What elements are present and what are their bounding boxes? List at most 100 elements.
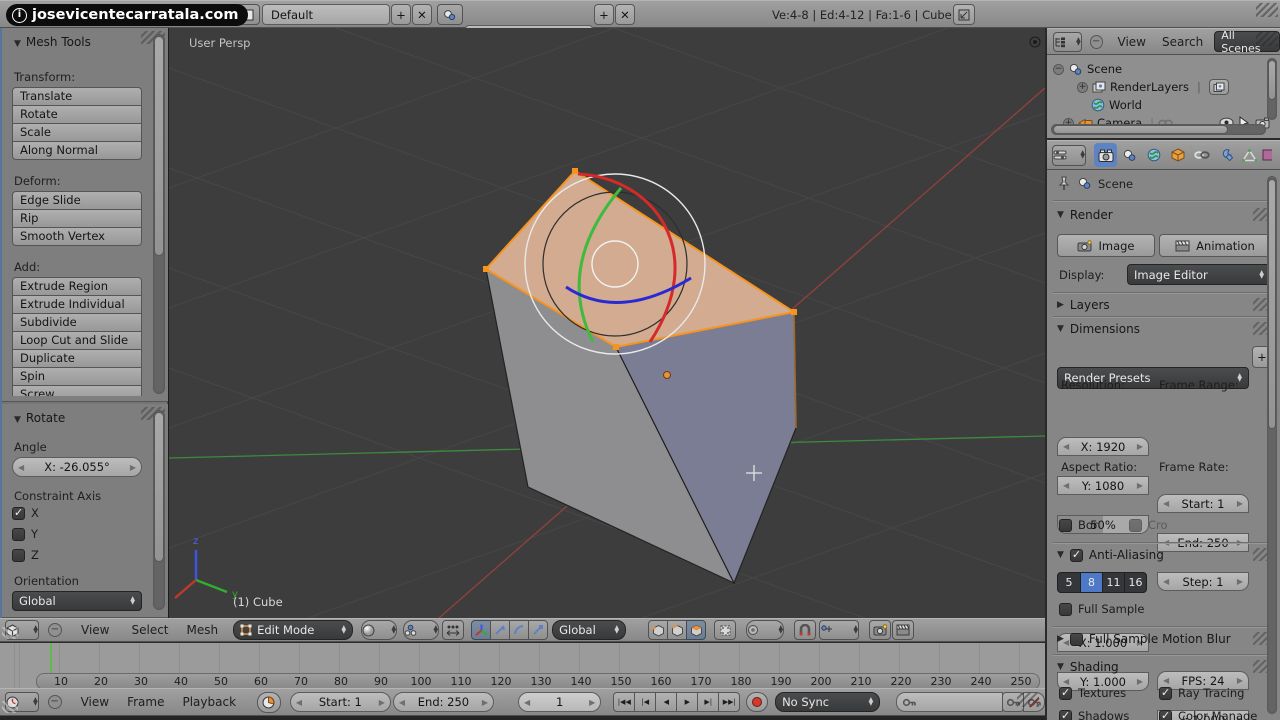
collapse-toggle-icon[interactable]: − <box>1053 63 1064 75</box>
shading-panel-header[interactable]: ▼ Shading <box>1057 660 1119 674</box>
manipulate-center-points-toggle[interactable] <box>442 620 465 640</box>
scene-icon-button[interactable] <box>437 4 463 25</box>
mode-dropdown[interactable]: Edit Mode ▲ ▼ <box>233 620 354 640</box>
tool-button-spin[interactable]: Spin <box>12 367 142 386</box>
properties-vscrollbar-handle[interactable] <box>1268 179 1276 429</box>
checkbox[interactable] <box>1159 709 1172 720</box>
properties-vscrollbar[interactable] <box>1267 176 1277 714</box>
face-center-dot[interactable] <box>663 371 671 379</box>
axis-checkbox[interactable] <box>12 548 25 562</box>
edge-select-mode[interactable] <box>667 620 688 640</box>
tab-scene[interactable] <box>1118 143 1141 167</box>
collapse-menus-button[interactable]: − <box>48 623 62 637</box>
display-dropdown[interactable]: Image Editor ▲ ▼ <box>1127 264 1271 285</box>
manipulator-widget-toggle[interactable] <box>471 620 492 640</box>
fsmb-checkbox[interactable] <box>1069 632 1083 646</box>
increment-arrow-icon[interactable]: ▶ <box>482 693 488 711</box>
viewport-3d[interactable]: z y User Persp (1) Cube <box>169 28 1045 618</box>
rotate-panel-scrollbar[interactable] <box>153 410 165 610</box>
menu-playback[interactable]: Playback <box>175 690 243 714</box>
tab-render[interactable] <box>1094 143 1117 167</box>
full-sample-checkbox[interactable] <box>1059 602 1072 616</box>
collapse-menus-button[interactable]: − <box>1089 34 1103 49</box>
increment-arrow-icon[interactable]: ▶ <box>130 458 136 476</box>
keying-set-field[interactable] <box>896 692 1004 712</box>
outliner-hscrollbar-handle[interactable] <box>1053 125 1228 134</box>
tool-button-screw[interactable]: Screw <box>12 385 142 396</box>
prev-frame-button[interactable]: ◀ <box>655 692 678 712</box>
prev-keyframe-button[interactable]: |◀ <box>634 692 657 712</box>
header-corner-grip[interactable] <box>2 701 18 713</box>
render-image-button[interactable]: Image <box>1057 234 1155 257</box>
sync-mode-dropdown[interactable]: No Sync ▲ ▼ <box>775 692 881 712</box>
viewport-shading-dropdown[interactable]: ▲ ▼ <box>361 620 398 640</box>
tool-button-duplicate[interactable]: Duplicate <box>12 349 142 368</box>
jump-to-start-button[interactable]: |◀◀ <box>613 692 636 712</box>
full-sample-checkbox-row[interactable]: Full Sample <box>1059 602 1144 616</box>
constraint-axis-y[interactable]: Y <box>12 527 142 541</box>
aa-samples-16[interactable]: 16 <box>1124 573 1146 592</box>
pivot-point-dropdown[interactable]: ▲ ▼ <box>403 620 440 640</box>
play-button[interactable]: ▶ <box>676 692 699 712</box>
collapse-menus-button[interactable]: − <box>47 695 62 709</box>
limit-selection-visible-toggle[interactable] <box>714 620 737 640</box>
mesh-tools-panel-header[interactable]: ▼ Mesh Tools <box>2 28 168 54</box>
orientation-dropdown[interactable]: Global ▲ ▼ <box>12 591 142 611</box>
constraint-axis-x[interactable]: X <box>12 506 142 520</box>
opengl-render-animation-button[interactable] <box>892 620 915 640</box>
breadcrumb-scene[interactable]: Scene <box>1098 177 1133 191</box>
tool-button-edge-slide[interactable]: Edge Slide <box>12 191 142 210</box>
tool-shelf-scrollbar-handle[interactable] <box>154 36 164 256</box>
shading-check-textures[interactable]: Textures <box>1059 686 1159 700</box>
menu-frame[interactable]: Frame <box>120 690 171 714</box>
opengl-render-image-button[interactable] <box>869 620 892 640</box>
crop-checkbox[interactable] <box>1129 518 1142 532</box>
decrement-arrow-icon[interactable]: ◀ <box>296 693 302 711</box>
close-scene-button[interactable]: ✕ <box>615 4 635 25</box>
shading-check-color-manage[interactable]: Color Manage <box>1159 709 1269 720</box>
close-layout-button[interactable]: ✕ <box>412 4 432 25</box>
tool-button-scale[interactable]: Scale <box>12 123 142 142</box>
tool-button-extrude-individual[interactable]: Extrude Individual <box>12 295 142 314</box>
tool-button-translate[interactable]: Translate <box>12 87 142 106</box>
shading-check-ray-tracing[interactable]: Ray Tracing <box>1159 686 1269 700</box>
checkbox[interactable] <box>1159 686 1172 700</box>
outliner-row-world[interactable]: World <box>1091 96 1142 114</box>
rotate-manipulator-toggle[interactable] <box>509 620 530 640</box>
next-frame-button[interactable]: ▶| <box>697 692 720 712</box>
outliner-item-label[interactable]: World <box>1109 98 1142 112</box>
tab-constraints[interactable] <box>1190 143 1213 167</box>
outliner-item-label[interactable]: Scene <box>1087 62 1122 76</box>
crop-checkbox-row[interactable]: Cro <box>1129 518 1168 532</box>
window-resize-grip[interactable] <box>1256 3 1278 17</box>
current-frame-field[interactable]: ◀ 1 ▶ <box>518 692 602 712</box>
frame-start-field-props[interactable]: ◀ Start: 1 ▶ <box>1157 494 1249 513</box>
translate-manipulator-toggle[interactable] <box>490 620 511 640</box>
resolution-y-field[interactable]: ◀ Y: 1080 ▶ <box>1057 476 1149 495</box>
frame-step-field[interactable]: ◀ Step: 1 ▶ <box>1157 572 1249 591</box>
outliner-vscrollbar[interactable] <box>1267 58 1277 120</box>
increment-arrow-icon[interactable]: ▶ <box>379 693 385 711</box>
proportional-edit-dropdown[interactable]: ▲ ▼ <box>746 620 785 640</box>
tool-button-extrude-region[interactable]: Extrude Region <box>12 277 142 296</box>
angle-field[interactable]: ◀ X: -26.055° ▶ <box>12 457 142 477</box>
shading-check-shadows[interactable]: Shadows <box>1059 709 1159 720</box>
tab-modifiers[interactable] <box>1214 143 1237 167</box>
border-checkbox[interactable] <box>1059 518 1072 532</box>
jump-to-end-button[interactable]: ▶▶| <box>718 692 741 712</box>
render-animation-button[interactable]: Animation <box>1159 234 1271 257</box>
add-scene-button[interactable]: + <box>594 4 614 25</box>
checkbox[interactable] <box>1059 686 1072 700</box>
use-preview-range-toggle[interactable] <box>257 691 281 713</box>
tool-button-rip[interactable]: Rip <box>12 209 142 228</box>
record-button[interactable] <box>746 692 769 712</box>
anti-aliasing-checkbox[interactable] <box>1069 548 1083 562</box>
constraint-axis-z[interactable]: Z <box>12 548 142 562</box>
tab-object-data[interactable] <box>1238 143 1261 167</box>
aa-samples-5[interactable]: 5 <box>1058 573 1080 592</box>
aa-samples-11[interactable]: 11 <box>1102 573 1124 592</box>
layers-panel-header[interactable]: ▶ Layers <box>1057 298 1110 312</box>
expand-toggle-icon[interactable]: + <box>1077 81 1088 93</box>
aa-samples-8[interactable]: 8 <box>1080 573 1102 592</box>
transform-orientation-dropdown[interactable]: Global ▲ ▼ <box>552 620 627 640</box>
